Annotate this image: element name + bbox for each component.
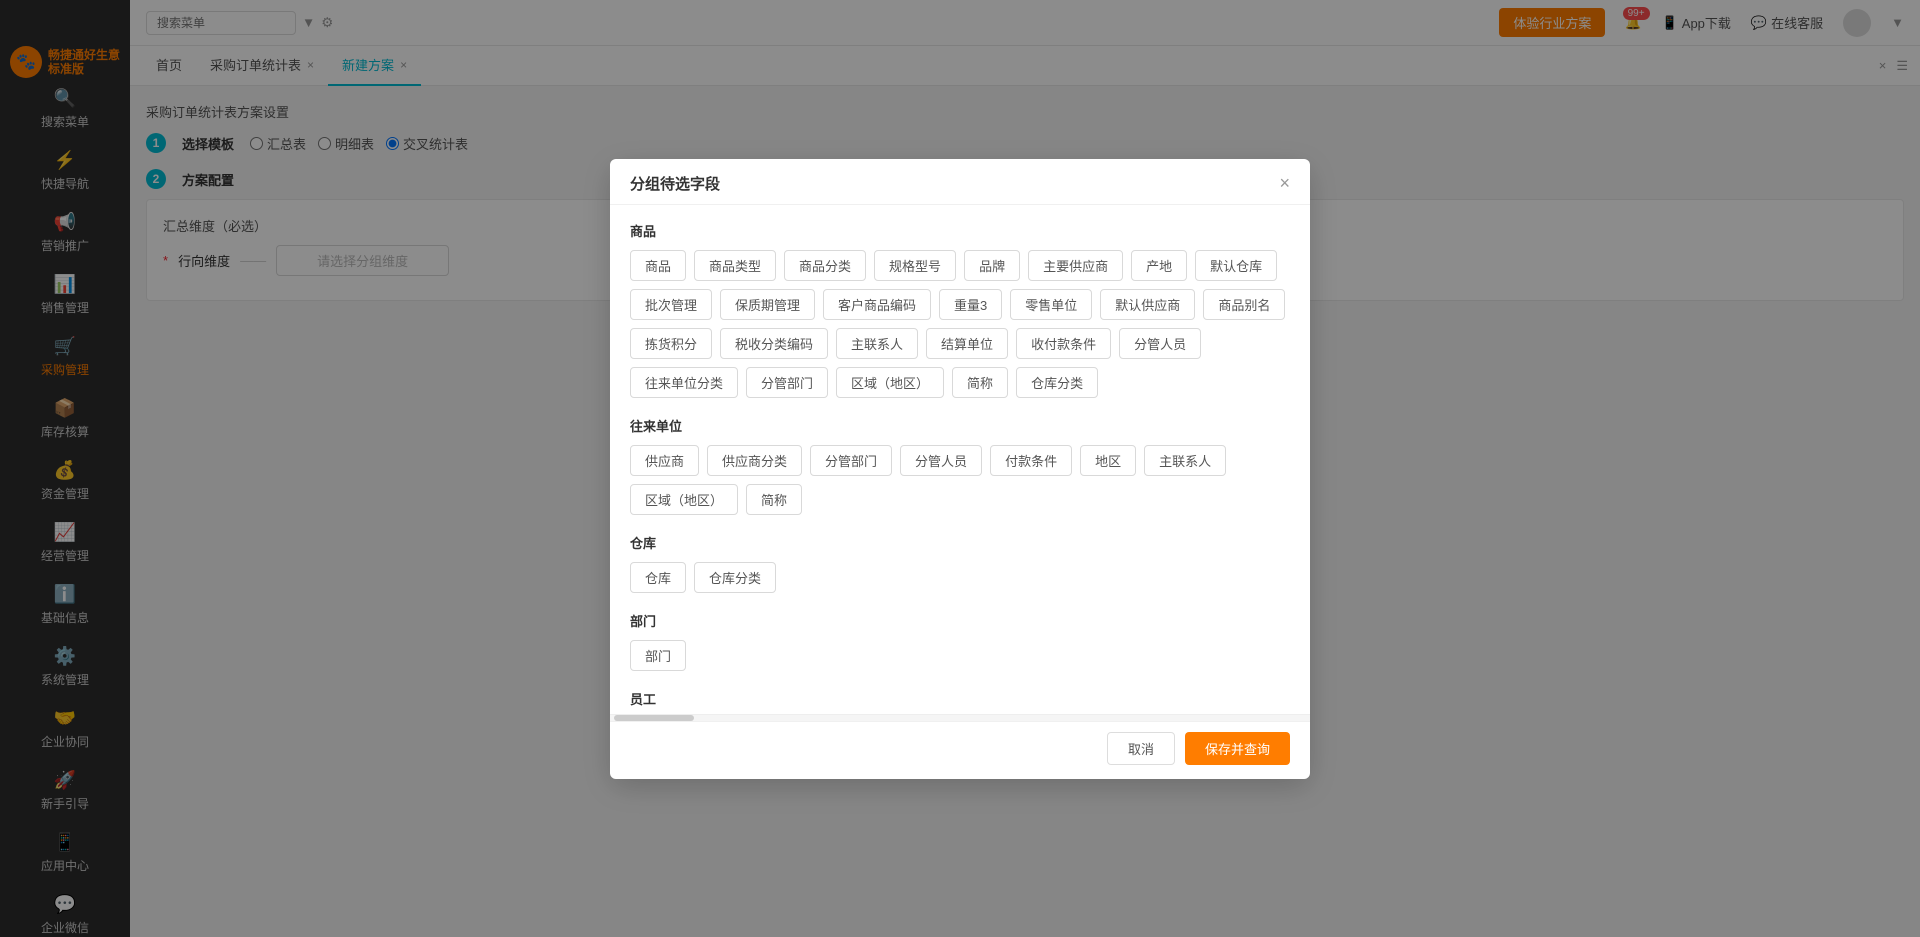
field-tag-0-19[interactable]: 收付款条件 xyxy=(1016,328,1111,359)
modal-confirm-btn[interactable]: 保存并查询 xyxy=(1185,732,1290,765)
field-tag-0-8[interactable]: 批次管理 xyxy=(630,289,712,320)
modal-cancel-btn[interactable]: 取消 xyxy=(1107,732,1175,765)
field-tag-0-15[interactable]: 拣货积分 xyxy=(630,328,712,359)
field-tag-0-9[interactable]: 保质期管理 xyxy=(720,289,815,320)
field-tag-0-25[interactable]: 仓库分类 xyxy=(1016,367,1098,398)
field-tag-0-6[interactable]: 产地 xyxy=(1131,250,1187,281)
section-title-2: 仓库 xyxy=(630,533,1290,552)
field-tag-0-3[interactable]: 规格型号 xyxy=(874,250,956,281)
field-tag-0-5[interactable]: 主要供应商 xyxy=(1028,250,1123,281)
field-tag-3-0[interactable]: 部门 xyxy=(630,640,686,671)
field-tag-1-8[interactable]: 简称 xyxy=(746,484,802,515)
field-tag-1-5[interactable]: 地区 xyxy=(1080,445,1136,476)
field-tag-1-1[interactable]: 供应商分类 xyxy=(707,445,802,476)
field-tag-1-6[interactable]: 主联系人 xyxy=(1144,445,1226,476)
field-tag-0-11[interactable]: 重量3 xyxy=(939,289,1002,320)
field-tag-1-4[interactable]: 付款条件 xyxy=(990,445,1072,476)
field-tag-0-21[interactable]: 往来单位分类 xyxy=(630,367,738,398)
modal-close-btn[interactable]: × xyxy=(1279,173,1290,194)
section-title-1: 往来单位 xyxy=(630,416,1290,435)
field-section-4: 员工业务员 xyxy=(630,689,1290,714)
section-title-3: 部门 xyxy=(630,611,1290,630)
field-tag-0-10[interactable]: 客户商品编码 xyxy=(823,289,931,320)
field-tag-1-7[interactable]: 区域（地区） xyxy=(630,484,738,515)
section-title-4: 员工 xyxy=(630,689,1290,708)
modal-field-select: 分组待选字段 × 商品商品商品类型商品分类规格型号品牌主要供应商产地默认仓库批次… xyxy=(610,159,1310,779)
modal-hscroll xyxy=(610,714,1310,721)
field-tag-0-23[interactable]: 区域（地区） xyxy=(836,367,944,398)
modal-body[interactable]: 商品商品商品类型商品分类规格型号品牌主要供应商产地默认仓库批次管理保质期管理客户… xyxy=(610,205,1310,714)
field-tag-1-2[interactable]: 分管部门 xyxy=(810,445,892,476)
field-section-2: 仓库仓库仓库分类 xyxy=(630,533,1290,593)
field-tag-0-17[interactable]: 主联系人 xyxy=(836,328,918,359)
field-tag-2-0[interactable]: 仓库 xyxy=(630,562,686,593)
field-tag-1-3[interactable]: 分管人员 xyxy=(900,445,982,476)
field-section-0: 商品商品商品类型商品分类规格型号品牌主要供应商产地默认仓库批次管理保质期管理客户… xyxy=(630,221,1290,398)
field-section-1: 往来单位供应商供应商分类分管部门分管人员付款条件地区主联系人区域（地区） 简称 xyxy=(630,416,1290,515)
field-tag-0-22[interactable]: 分管部门 xyxy=(746,367,828,398)
field-tag-0-24[interactable]: 简称 xyxy=(952,367,1008,398)
field-tag-0-18[interactable]: 结算单位 xyxy=(926,328,1008,359)
modal-header: 分组待选字段 × xyxy=(610,159,1310,205)
field-section-3: 部门部门 xyxy=(630,611,1290,671)
field-tag-0-13[interactable]: 默认供应商 xyxy=(1100,289,1195,320)
field-tag-2-1[interactable]: 仓库分类 xyxy=(694,562,776,593)
field-tag-0-12[interactable]: 零售单位 xyxy=(1010,289,1092,320)
field-tag-0-1[interactable]: 商品类型 xyxy=(694,250,776,281)
field-tag-0-2[interactable]: 商品分类 xyxy=(784,250,866,281)
field-tag-0-14[interactable]: 商品别名 xyxy=(1203,289,1285,320)
section-title-0: 商品 xyxy=(630,221,1290,240)
modal-title: 分组待选字段 xyxy=(630,173,720,194)
field-tag-0-0[interactable]: 商品 xyxy=(630,250,686,281)
field-tag-0-4[interactable]: 品牌 xyxy=(964,250,1020,281)
field-tag-0-20[interactable]: 分管人员 xyxy=(1119,328,1201,359)
modal-footer: 取消 保存并查询 xyxy=(610,721,1310,779)
field-tag-0-16[interactable]: 税收分类编码 xyxy=(720,328,828,359)
field-tag-1-0[interactable]: 供应商 xyxy=(630,445,699,476)
field-tag-0-7[interactable]: 默认仓库 xyxy=(1195,250,1277,281)
